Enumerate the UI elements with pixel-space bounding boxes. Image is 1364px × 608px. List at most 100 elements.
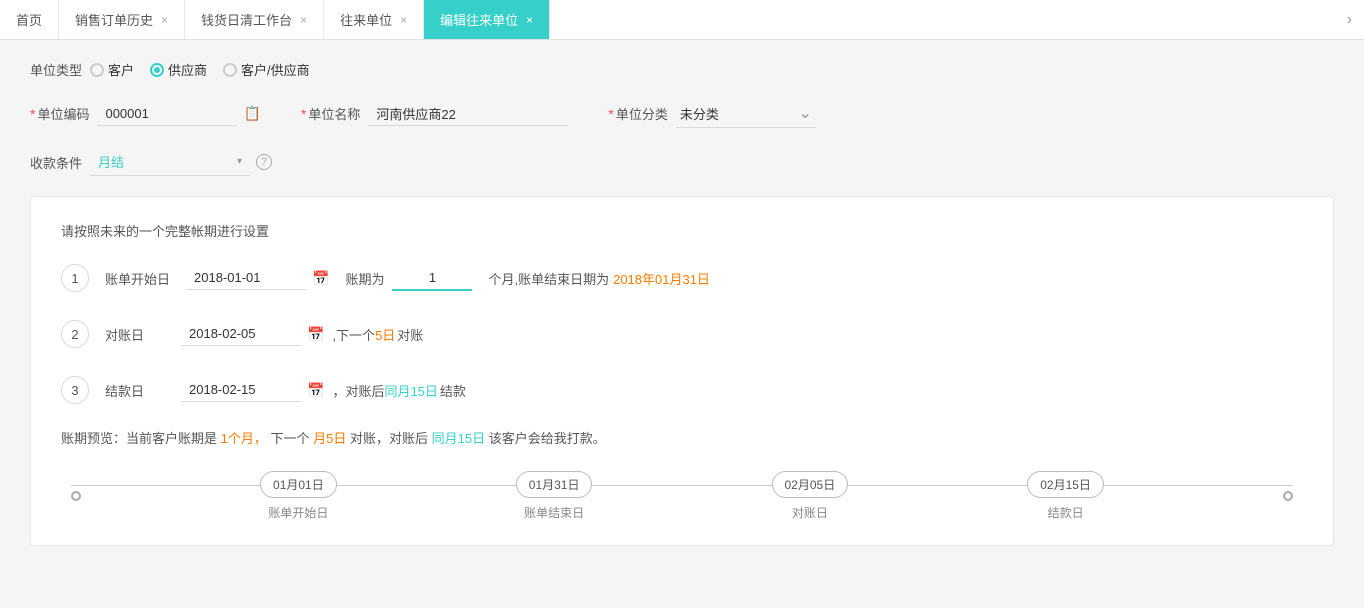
radio-customer-label: 客户 (108, 60, 134, 79)
timeline-label-3: 对账日 (792, 504, 828, 521)
period-date-2[interactable] (181, 322, 301, 346)
radio-both-label: 客户/供应商 (241, 60, 310, 79)
timeline-start-dot (71, 491, 81, 501)
preview-prefix: 账期预览：当前客户账期是 (61, 431, 217, 446)
payment-arrow-icon: ▾ (237, 156, 242, 167)
period-num-1: 1 (61, 264, 89, 292)
radio-both-circle (223, 63, 237, 77)
period-cal-1-icon[interactable]: 📅 (312, 270, 329, 287)
period-day-highlight-3: 同月15日 (384, 381, 437, 400)
period-num-3: 3 (61, 376, 89, 404)
period-num-2: 2 (61, 320, 89, 348)
unit-code-icon[interactable]: 📋 (243, 105, 260, 122)
unit-category-select[interactable]: 未分类 ⌄ (676, 99, 816, 128)
timeline-badge-1: 01月01日 (260, 471, 337, 498)
payment-label: 收款条件 (30, 153, 82, 172)
tab-partner-unit[interactable]: 往来单位 × (324, 0, 424, 39)
unit-name-star: * (301, 106, 306, 122)
unit-code-field: * 单位编码 📋 (30, 102, 261, 126)
timeline-badge-2: 01月31日 (516, 471, 593, 498)
timeline-node-1: 01月01日 账单开始日 (260, 471, 337, 521)
payment-select[interactable]: 月结 ▾ (90, 148, 250, 176)
tab-cash-work-close[interactable]: × (300, 13, 307, 27)
tab-home[interactable]: 首页 (0, 0, 59, 39)
period-label-2: 对账日 (105, 325, 165, 344)
radio-customer[interactable]: 客户 (90, 60, 134, 79)
tab-edit-partner-close[interactable]: × (526, 13, 533, 27)
radio-customer-circle (90, 63, 104, 77)
timeline-end-dot (1283, 491, 1293, 501)
unit-type-row: 单位类型 客户 供应商 客户/供应商 (30, 60, 1334, 79)
tab-partner-unit-close[interactable]: × (400, 13, 407, 27)
timeline-label-4: 结款日 (1048, 504, 1084, 521)
unit-category-star: * (608, 106, 613, 122)
unit-type-radios: 客户 供应商 客户/供应商 (90, 60, 310, 79)
preview-months: 1个月， (221, 431, 267, 446)
period-suffix-2: ,下一个 (332, 325, 375, 344)
payment-field: 收款条件 月结 ▾ ? (30, 148, 272, 176)
main-content: 单位类型 客户 供应商 客户/供应商 (0, 40, 1364, 566)
timeline-badge-3: 02月05日 (772, 471, 849, 498)
tabs-bar: 首页 销售订单历史 × 钱货日清工作台 × 往来单位 × 编辑往来单位 × › (0, 0, 1364, 40)
payment-row: 收款条件 月结 ▾ ? (30, 148, 1334, 176)
preview-payment-suffix: 该客户会给我打款。 (489, 431, 606, 446)
radio-supplier[interactable]: 供应商 (150, 60, 207, 79)
timeline-badge-4: 02月15日 (1027, 471, 1104, 498)
unit-name-field: * 单位名称 (301, 102, 568, 126)
timeline-line (71, 485, 1293, 486)
unit-type-field: 单位类型 客户 供应商 客户/供应商 (30, 60, 310, 79)
tab-edit-partner-label: 编辑往来单位 (440, 10, 518, 29)
period-end-date-highlight: 2018年01月31日 (613, 269, 710, 288)
preview-reconcile-suffix: 对账，对账后 (350, 431, 428, 446)
period-suffix2-3: 结款 (440, 381, 466, 400)
unit-info-row: * 单位编码 📋 * 单位名称 * 单位分类 未分类 ⌄ (30, 99, 1334, 128)
tab-home-label: 首页 (16, 10, 42, 29)
period-box: 请按照未来的一个完整帐期进行设置 1 账单开始日 📅 账期为 个月,账单结束日期… (30, 196, 1334, 546)
period-months-input[interactable] (392, 266, 472, 291)
tab-edit-partner[interactable]: 编辑往来单位 × (424, 0, 550, 39)
period-row-2: 2 对账日 📅 ,下一个 5日 对账 (61, 320, 1303, 348)
timeline-node-2: 01月31日 账单结束日 (516, 471, 593, 521)
unit-category-field: * 单位分类 未分类 ⌄ (608, 99, 815, 128)
period-cal-3-icon[interactable]: 📅 (307, 382, 324, 399)
timeline: 01月01日 账单开始日 01月31日 账单结束日 02月05日 对账日 (61, 471, 1303, 521)
tab-cash-work[interactable]: 钱货日清工作台 × (185, 0, 324, 39)
period-day-highlight-2: 5日 (375, 325, 395, 344)
timeline-node-3: 02月05日 对账日 (772, 471, 849, 521)
radio-supplier-circle (150, 63, 164, 77)
preview-reconcile-prefix: 下一个 (271, 431, 310, 446)
timeline-node-4: 02月15日 结款日 (1027, 471, 1104, 521)
unit-name-label: 单位名称 (308, 104, 360, 123)
unit-category-chevron-icon: ⌄ (798, 103, 811, 123)
tab-sales-history-label: 销售订单历史 (75, 10, 153, 29)
preview-text: 账期预览：当前客户账期是 1个月， 下一个 月5日 对账，对账后 同月15日 该… (61, 428, 1303, 447)
unit-code-input[interactable] (97, 102, 237, 126)
period-label-3: 结款日 (105, 381, 165, 400)
preview-reconcile-day: 月5日 (313, 431, 346, 446)
radio-supplier-label: 供应商 (168, 60, 207, 79)
period-date-3[interactable] (181, 378, 301, 402)
period-suffix2-2: 对账 (397, 325, 423, 344)
period-title: 请按照未来的一个完整帐期进行设置 (61, 221, 1303, 240)
unit-type-label: 单位类型 (30, 60, 82, 79)
period-date-1[interactable] (186, 266, 306, 290)
tab-sales-history-close[interactable]: × (161, 13, 168, 27)
period-label-1: 账单开始日 (105, 269, 170, 288)
unit-category-value: 未分类 (680, 104, 799, 123)
period-row-1: 1 账单开始日 📅 账期为 个月,账单结束日期为 2018年01月31日 (61, 264, 1303, 292)
payment-help-icon[interactable]: ? (256, 154, 272, 170)
period-suffix-after-1: 个月,账单结束日期为 (488, 269, 609, 288)
timeline-label-2: 账单结束日 (524, 504, 584, 521)
preview-section: 账期预览：当前客户账期是 1个月， 下一个 月5日 对账，对账后 同月15日 该… (61, 412, 1303, 521)
unit-name-input[interactable] (368, 102, 568, 126)
unit-category-label: 单位分类 (616, 104, 668, 123)
timeline-label-1: 账单开始日 (268, 504, 328, 521)
tabs-scroll-arrow[interactable]: › (1335, 11, 1364, 29)
period-suffix-3: ，对账后 (332, 381, 384, 400)
period-cal-2-icon[interactable]: 📅 (307, 326, 324, 343)
tab-cash-work-label: 钱货日清工作台 (201, 10, 292, 29)
period-suffix-before-1: 账期为 (345, 269, 384, 288)
period-row-3: 3 结款日 📅 ，对账后 同月15日 结款 (61, 376, 1303, 404)
radio-both[interactable]: 客户/供应商 (223, 60, 310, 79)
tab-sales-history[interactable]: 销售订单历史 × (59, 0, 185, 39)
